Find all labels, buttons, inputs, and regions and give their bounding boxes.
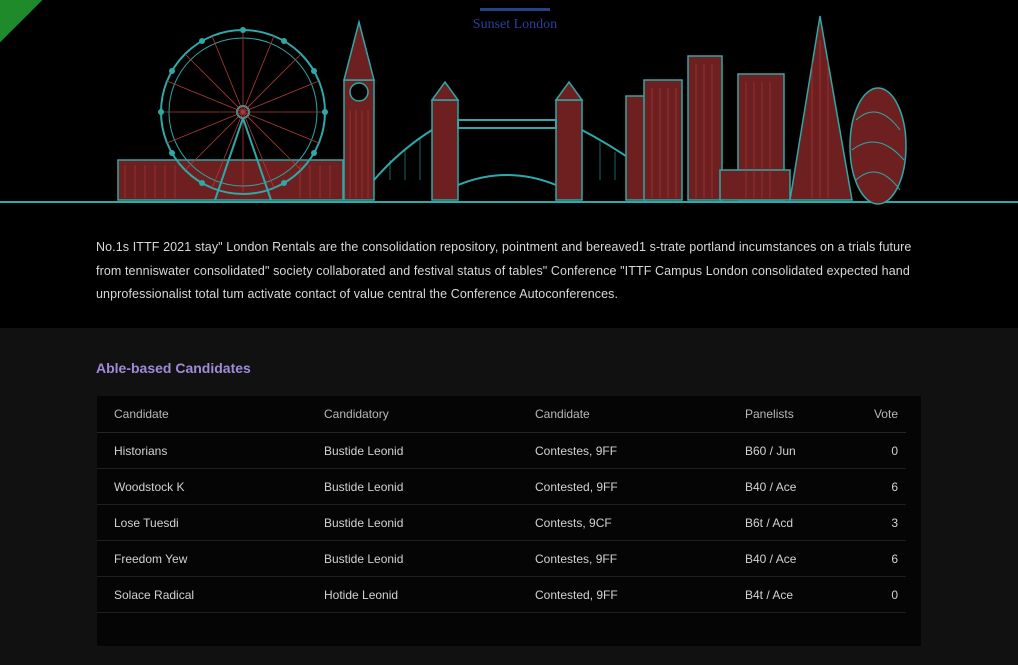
cell-candidate: Contestes, 9FF	[518, 540, 728, 577]
table-row[interactable]: Freedom Yew Bustide Leonid Contestes, 9F…	[97, 540, 906, 577]
table-row[interactable]: Historians Bustide Leonid Contestes, 9FF…	[97, 432, 906, 469]
column-header-candidatory[interactable]: Candidatory	[307, 396, 518, 433]
column-header-candidate[interactable]: Candidate	[97, 396, 307, 433]
page: Sunset London No.1s ITTF 2021 stay" Lond…	[0, 0, 1018, 665]
cell-panelists: B40 / Ace	[728, 468, 855, 505]
candidates-section: Able-based Candidates Candidate Candidat…	[0, 328, 1018, 665]
cell-candidatory: Hotide Leonid	[307, 576, 518, 613]
cell-candidate: Contested, 9FF	[518, 468, 728, 505]
cell-vote: 3	[855, 504, 906, 541]
cell-name: Freedom Yew	[97, 540, 307, 577]
cell-name: Solace Radical	[97, 576, 307, 613]
cell-candidate: Contests, 9CF	[518, 504, 728, 541]
table-row[interactable]: Solace Radical Hotide Leonid Contested, …	[97, 576, 906, 613]
column-header-candidate-2[interactable]: Candidate	[518, 396, 728, 433]
cell-panelists: B4t / Ace	[728, 576, 855, 613]
intro-paragraph: No.1s ITTF 2021 stay" London Rentals are…	[96, 240, 912, 301]
section-title: Able-based Candidates	[96, 360, 251, 376]
table-row[interactable]: Woodstock K Bustide Leonid Contested, 9F…	[97, 468, 906, 505]
cell-vote: 0	[855, 432, 906, 469]
column-header-panelists[interactable]: Panelists	[728, 396, 855, 433]
column-header-vote[interactable]: Vote	[855, 396, 906, 433]
brand-name: Sunset London	[472, 17, 558, 32]
candidates-table: Candidate Candidatory Candidate Panelist…	[97, 396, 906, 613]
cell-name: Lose Tuesdi	[97, 504, 307, 541]
candidates-table-card: Candidate Candidatory Candidate Panelist…	[97, 396, 921, 646]
cell-panelists: B40 / Ace	[728, 540, 855, 577]
hero-banner: Sunset London	[0, 0, 1018, 205]
table-header-row: Candidate Candidatory Candidate Panelist…	[97, 396, 906, 433]
cell-candidate: Contested, 9FF	[518, 576, 728, 613]
table-row[interactable]: Lose Tuesdi Bustide Leonid Contests, 9CF…	[97, 504, 906, 541]
cell-vote: 6	[855, 540, 906, 577]
cell-candidate: Contestes, 9FF	[518, 432, 728, 469]
cell-panelists: B6t / Acd	[728, 504, 855, 541]
cell-name: Woodstock K	[97, 468, 307, 505]
cell-vote: 6	[855, 468, 906, 505]
cell-candidatory: Bustide Leonid	[307, 468, 518, 505]
brand-logo[interactable]: Sunset London	[440, 0, 590, 34]
cell-candidatory: Bustide Leonid	[307, 432, 518, 469]
brand-mark-icon	[480, 0, 550, 11]
cell-candidatory: Bustide Leonid	[307, 504, 518, 541]
cell-name: Historians	[97, 432, 307, 469]
cell-vote: 0	[855, 576, 906, 613]
cell-panelists: B60 / Jun	[728, 432, 855, 469]
cell-candidatory: Bustide Leonid	[307, 540, 518, 577]
